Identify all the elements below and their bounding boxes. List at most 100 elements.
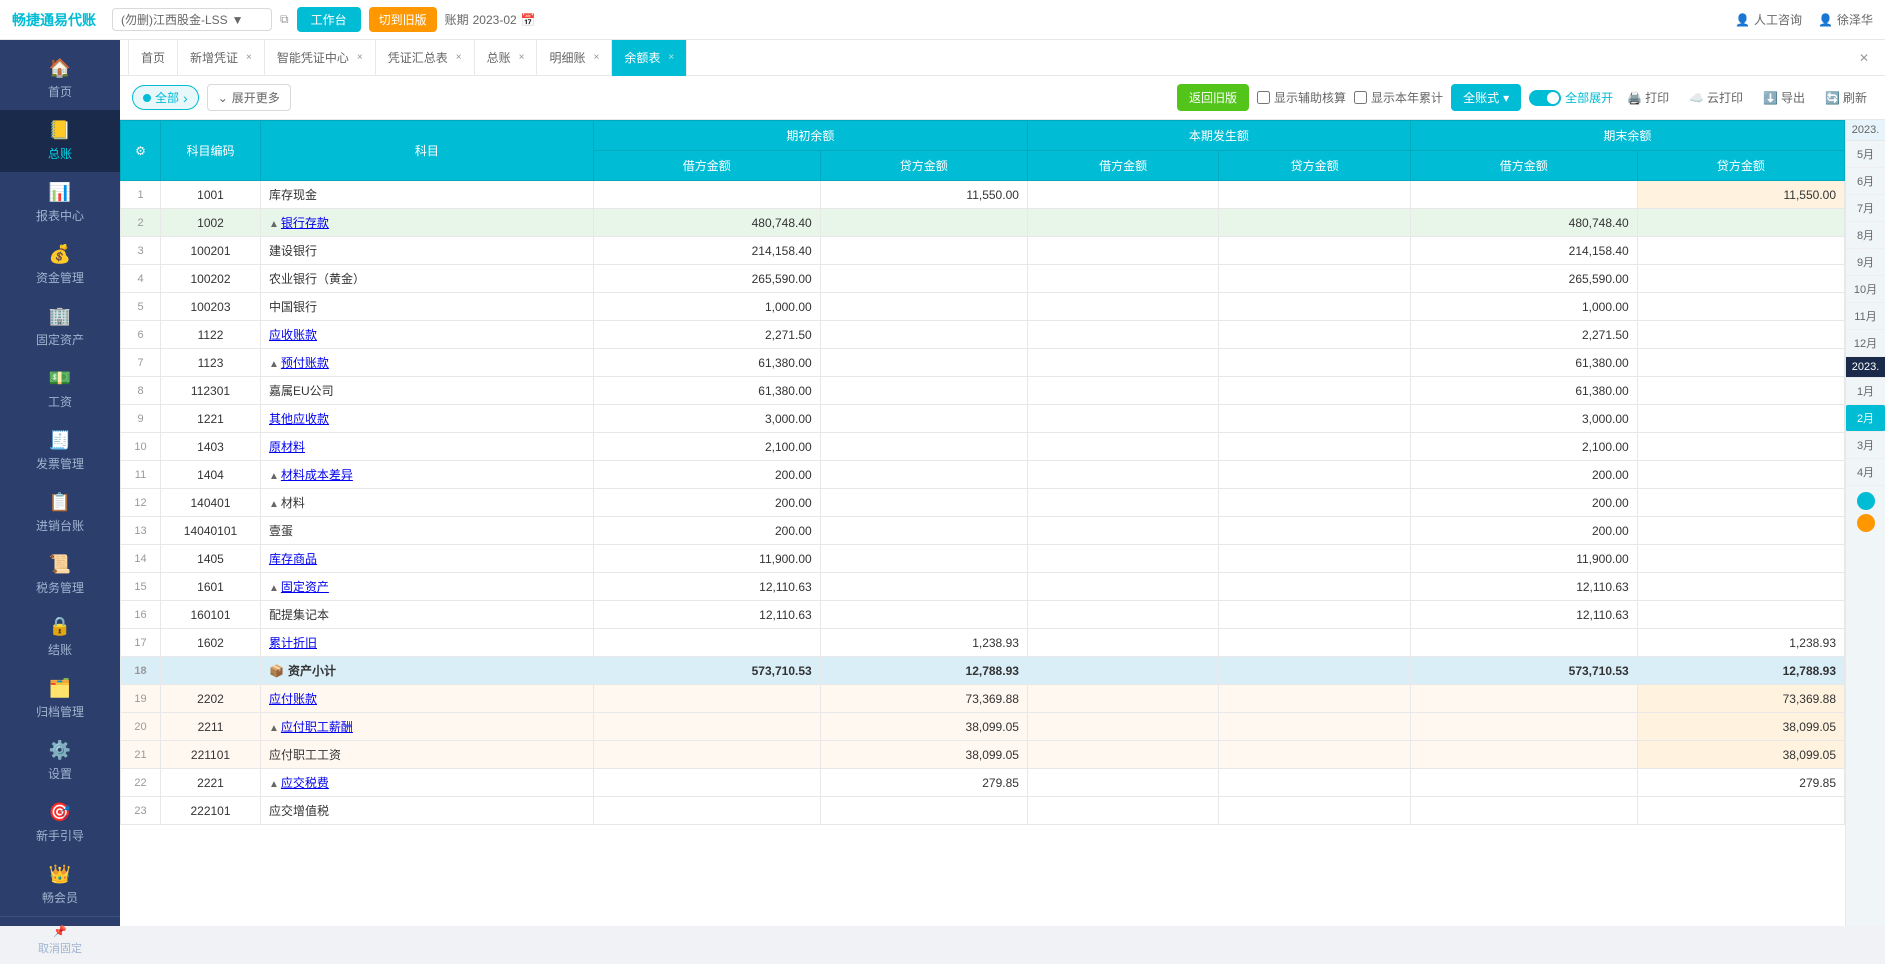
row-name-link[interactable]: 库存商品 (269, 552, 317, 566)
tab-voucher-summary-close[interactable]: × (456, 52, 462, 63)
tab-new-voucher[interactable]: 新增凭证 × (178, 40, 265, 76)
month-11[interactable]: 11月 (1846, 303, 1885, 330)
row-name[interactable]: 应收账款 (261, 321, 594, 349)
row-name-link[interactable]: 应付职工薪酬 (281, 720, 353, 734)
row-name[interactable]: ▲应付职工薪酬 (261, 713, 594, 741)
tab-balance-sheet[interactable]: 余额表 × (612, 40, 687, 76)
copy-icon[interactable]: ⧉ (280, 12, 289, 27)
month-8[interactable]: 8月 (1846, 222, 1885, 249)
expand-icon[interactable]: ▲ (269, 779, 279, 790)
purchase-icon: 📋 (49, 492, 71, 513)
sidebar-item-settings[interactable]: ⚙️ 设置 (0, 730, 120, 792)
row-name-link[interactable]: 其他应收款 (269, 412, 329, 426)
return-old-button[interactable]: 返回旧版 (1177, 84, 1249, 111)
period-value: 2023-02 (473, 13, 517, 27)
month-7[interactable]: 7月 (1846, 195, 1885, 222)
tab-new-voucher-close[interactable]: × (246, 52, 252, 63)
app-logo: 畅捷通易代账 (12, 10, 96, 30)
row-name[interactable]: 其他应收款 (261, 405, 594, 433)
filter-tag[interactable]: 全部 › (132, 85, 199, 110)
row-name-link[interactable]: 应交税费 (281, 776, 329, 790)
sidebar-item-guide[interactable]: 🎯 新手引导 (0, 792, 120, 854)
tab-smart-center[interactable]: 智能凭证中心 × (265, 40, 376, 76)
tab-voucher-summary[interactable]: 凭证汇总表 × (376, 40, 475, 76)
sidebar-item-tax[interactable]: 📜 税务管理 (0, 544, 120, 606)
toggle-all-switch[interactable]: 全部展开 (1529, 89, 1613, 106)
row-name-link[interactable]: 预付账款 (281, 356, 329, 370)
tab-detail-ledger[interactable]: 明细账 × (537, 40, 612, 76)
tab-smart-center-close[interactable]: × (357, 52, 363, 63)
row-name-link[interactable]: 应收账款 (269, 328, 317, 342)
sidebar-item-invoice[interactable]: 🧾 发票管理 (0, 420, 120, 482)
row-amount: 2,271.50 (593, 321, 820, 349)
month-1[interactable]: 1月 (1846, 378, 1885, 405)
show-aux-input[interactable] (1257, 91, 1270, 104)
cloud-print-button[interactable]: ☁️ 云打印 (1683, 85, 1749, 110)
row-name-link[interactable]: 应付账款 (269, 692, 317, 706)
month-6[interactable]: 6月 (1846, 168, 1885, 195)
expand-icon[interactable]: ▲ (269, 359, 279, 370)
row-name-link[interactable]: 固定资产 (281, 580, 329, 594)
tab-home[interactable]: 首页 (128, 40, 178, 76)
month-3[interactable]: 3月 (1846, 432, 1885, 459)
switch-old-button[interactable]: 切到旧版 (369, 7, 437, 32)
full-style-button[interactable]: 全账式 ▾ (1451, 84, 1521, 111)
expand-icon[interactable]: ▲ (269, 583, 279, 594)
row-name[interactable]: 库存商品 (261, 545, 594, 573)
sidebar-item-close[interactable]: 🔒 结账 (0, 606, 120, 668)
sidebar-item-reports[interactable]: 📊 报表中心 (0, 172, 120, 234)
user-name[interactable]: 👤 徐泽华 (1818, 11, 1873, 28)
expand-icon[interactable]: ▲ (269, 723, 279, 734)
unfix-button[interactable]: 📌 取消固定 (0, 916, 120, 964)
row-name[interactable]: ▲材料成本差异 (261, 461, 594, 489)
sidebar-item-payroll[interactable]: 💵 工资 (0, 358, 120, 420)
refresh-button[interactable]: 🔄 刷新 (1819, 85, 1873, 110)
month-9[interactable]: 9月 (1846, 249, 1885, 276)
row-name[interactable]: ▲应交税费 (261, 769, 594, 797)
close-all-tabs-button[interactable]: ✕ (1851, 51, 1877, 65)
month-12[interactable]: 12月 (1846, 330, 1885, 357)
month-2[interactable]: 2月 (1846, 405, 1885, 432)
sidebar-item-fixed-assets[interactable]: 🏢 固定资产 (0, 296, 120, 358)
sidebar-item-assets[interactable]: 💰 资金管理 (0, 234, 120, 296)
row-amount: 61,380.00 (593, 377, 820, 405)
show-ytd-checkbox[interactable]: 显示本年累计 (1354, 89, 1443, 106)
row-name[interactable]: ▲固定资产 (261, 573, 594, 601)
row-name[interactable]: ▲银行存款 (261, 209, 594, 237)
user-service[interactable]: 👤 人工咨询 (1735, 11, 1802, 28)
row-name[interactable]: 原材料 (261, 433, 594, 461)
row-name[interactable]: ▲预付账款 (261, 349, 594, 377)
sidebar-item-home[interactable]: 🏠 首页 (0, 48, 120, 110)
row-name[interactable]: 累计折旧 (261, 629, 594, 657)
tab-general-ledger-close[interactable]: × (519, 52, 525, 63)
month-4[interactable]: 4月 (1846, 459, 1885, 486)
row-amount (1219, 349, 1410, 377)
show-ytd-input[interactable] (1354, 91, 1367, 104)
expand-icon[interactable]: ▲ (269, 471, 279, 482)
row-name-link[interactable]: 累计折旧 (269, 636, 317, 650)
row-amount (1219, 657, 1410, 685)
expand-button[interactable]: ⌄ 展开更多 (207, 84, 291, 111)
row-name-link[interactable]: 原材料 (269, 440, 305, 454)
sidebar-item-purchase[interactable]: 📋 进销台账 (0, 482, 120, 544)
print-button[interactable]: 🖨️ 打印 (1621, 85, 1675, 110)
show-aux-checkbox[interactable]: 显示辅助核算 (1257, 89, 1346, 106)
tab-detail-ledger-close[interactable]: × (593, 52, 599, 63)
row-name[interactable]: 应付账款 (261, 685, 594, 713)
workbench-button[interactable]: 工作台 (297, 7, 361, 32)
export-button[interactable]: ⬇️ 导出 (1757, 85, 1811, 110)
row-name-link[interactable]: 银行存款 (281, 216, 329, 230)
sidebar-item-archive[interactable]: 🗂️ 归档管理 (0, 668, 120, 730)
period-calendar-icon[interactable]: 📅 (521, 13, 536, 27)
sidebar-item-member[interactable]: 👑 畅会员 (0, 854, 120, 916)
toggle-switch[interactable] (1529, 90, 1561, 106)
expand-icon[interactable]: ▲ (269, 499, 279, 510)
month-5[interactable]: 5月 (1846, 141, 1885, 168)
tab-balance-sheet-close[interactable]: × (668, 52, 674, 63)
tab-general-ledger[interactable]: 总账 × (475, 40, 538, 76)
row-name-link[interactable]: 材料成本差异 (281, 468, 353, 482)
sidebar-item-ledger[interactable]: 📒 总账 (0, 110, 120, 172)
expand-icon[interactable]: ▲ (269, 219, 279, 230)
month-10[interactable]: 10月 (1846, 276, 1885, 303)
company-selector[interactable]: (勿删)江西股金-LSS ▼ (112, 8, 272, 31)
